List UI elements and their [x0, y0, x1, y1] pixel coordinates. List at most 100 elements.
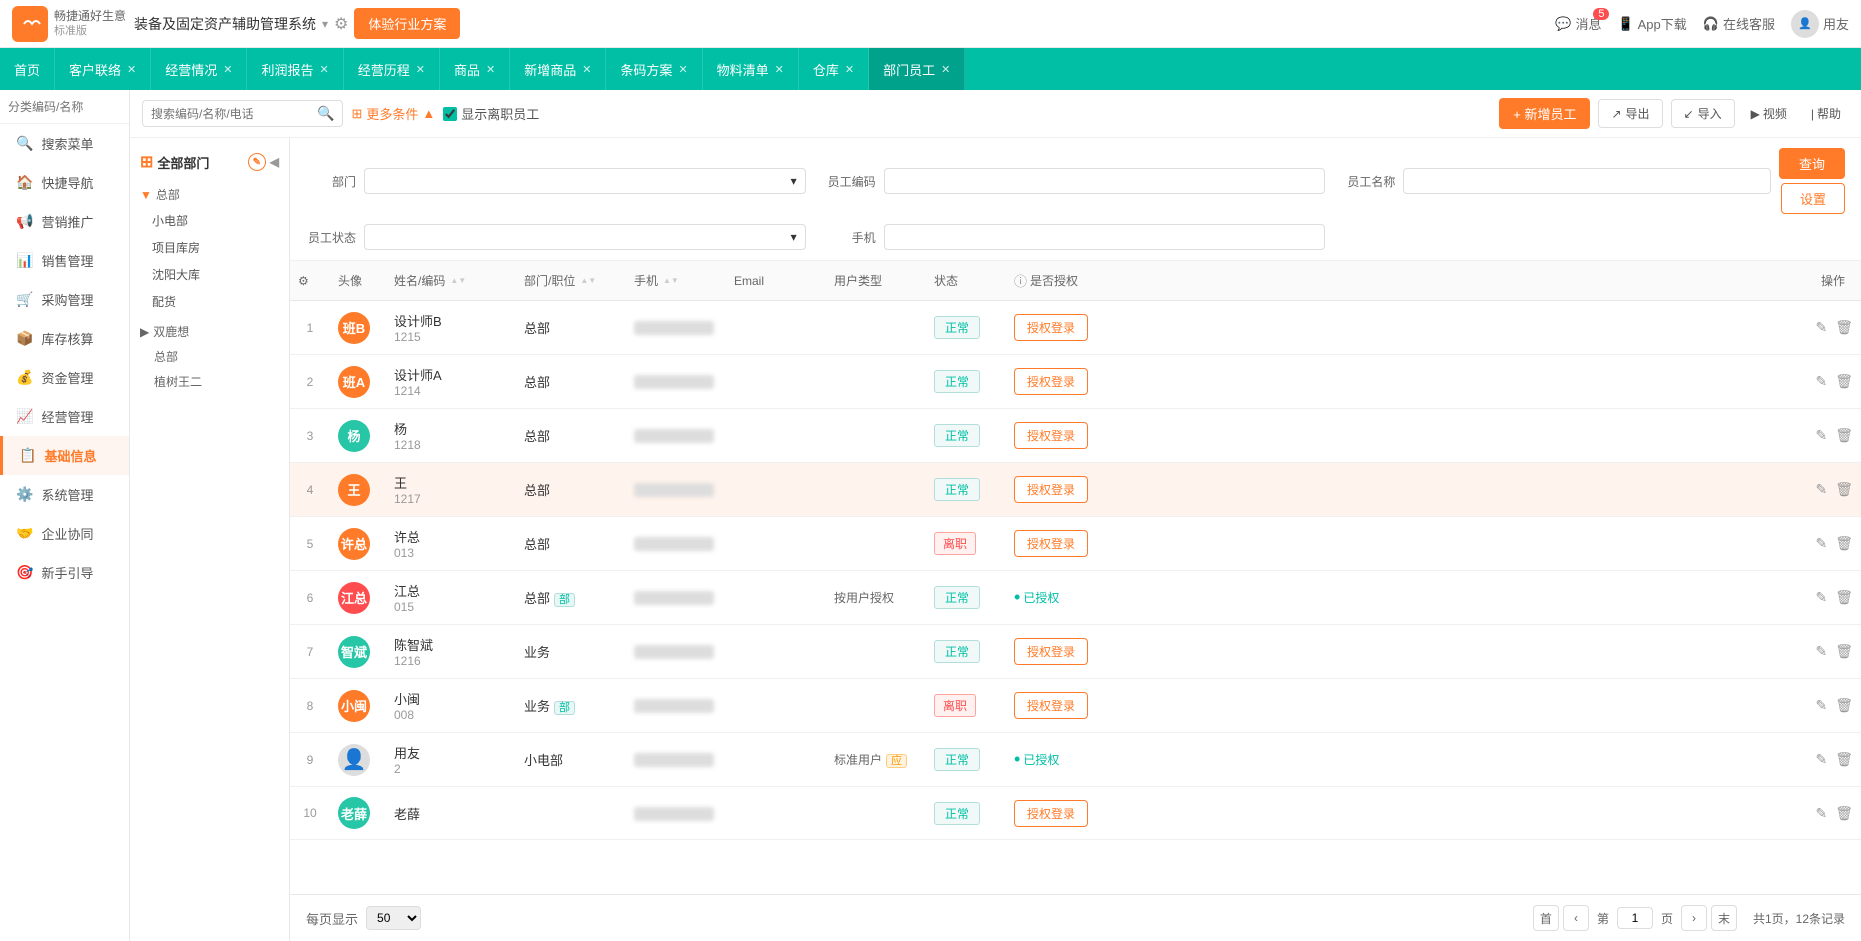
first-page-button[interactable]: 首 — [1533, 905, 1559, 931]
edit-icon[interactable]: ✎ — [1815, 643, 1827, 660]
show-dimission-checkbox[interactable] — [443, 107, 457, 121]
dept-item-xiaodibu[interactable]: 小电部 — [130, 207, 289, 234]
delete-icon[interactable]: 🗑 — [1835, 535, 1853, 552]
edit-icon[interactable]: ✎ — [1815, 751, 1827, 768]
tab-bom[interactable]: 物料清单✕ — [703, 48, 799, 90]
page-input[interactable] — [1617, 907, 1653, 929]
edit-icon[interactable]: ✎ — [1815, 535, 1827, 552]
tab-warehouse[interactable]: 仓库✕ — [799, 48, 869, 90]
app-download-button[interactable]: 📱 App下载 — [1617, 14, 1686, 33]
delete-icon[interactable]: 🗑 — [1835, 427, 1853, 444]
auth-button[interactable]: 授权登录 — [1014, 530, 1088, 557]
sidebar-item-quicknav[interactable]: 🏠快捷导航 — [0, 163, 129, 202]
delete-icon[interactable]: 🗑 — [1835, 697, 1853, 714]
auth-button[interactable]: 授权登录 — [1014, 314, 1088, 341]
edit-icon[interactable]: ✎ — [1815, 481, 1827, 498]
tab-home[interactable]: 首页 — [0, 48, 55, 90]
user-menu-button[interactable]: 👤 用友 — [1791, 10, 1849, 38]
employee-search-icon[interactable]: 🔍 — [317, 105, 334, 122]
sidebar-item-system[interactable]: ⚙️系统管理 — [0, 475, 129, 514]
dropdown-arrow-icon[interactable]: ▾ — [322, 17, 328, 31]
delete-icon[interactable]: 🗑 — [1835, 481, 1853, 498]
edit-icon[interactable]: ✎ — [1815, 697, 1827, 714]
export-button[interactable]: ↗导出 — [1598, 99, 1662, 128]
sidebar-item-purchase[interactable]: 🛒采购管理 — [0, 280, 129, 319]
sidebar-item-sales[interactable]: 📊销售管理 — [0, 241, 129, 280]
tab-history[interactable]: 经营历程✕ — [344, 48, 440, 90]
edit-icon[interactable]: ✎ — [1815, 427, 1827, 444]
help-button[interactable]: |帮助 — [1803, 100, 1849, 127]
tab-employees[interactable]: 部门员工✕ — [869, 48, 965, 90]
delete-icon[interactable]: 🗑 — [1835, 589, 1853, 606]
reset-button[interactable]: 设置 — [1781, 183, 1845, 214]
sidebar-item-inventory[interactable]: 📦库存核算 — [0, 319, 129, 358]
dept-collapse-icon[interactable]: ◀ — [270, 155, 279, 169]
last-page-button[interactable]: 末 — [1711, 905, 1737, 931]
delete-icon[interactable]: 🗑 — [1835, 751, 1853, 768]
online-service-button[interactable]: 🎧 在线客服 — [1703, 14, 1775, 33]
delete-icon[interactable]: 🗑 — [1835, 373, 1853, 390]
edit-icon[interactable]: ✎ — [1815, 373, 1827, 390]
tab-barcode[interactable]: 条码方案✕ — [606, 48, 702, 90]
sidebar-item-operation-mgmt[interactable]: 📈经营管理 — [0, 397, 129, 436]
sort-dept-icon[interactable]: ▲▼ — [580, 277, 596, 285]
tab-profit[interactable]: 利润报告✕ — [247, 48, 343, 90]
page-size-select[interactable]: 50 100 — [366, 906, 421, 930]
filter-empcode-input[interactable] — [884, 168, 1326, 194]
show-dimission-checkbox-area[interactable]: 显示离职员工 — [443, 104, 539, 123]
close-icon[interactable]: ✕ — [486, 63, 495, 76]
sidebar-item-marketing[interactable]: 📢营销推广 — [0, 202, 129, 241]
sidebar-item-finance[interactable]: 💰资金管理 — [0, 358, 129, 397]
tab-goods[interactable]: 商品✕ — [440, 48, 510, 90]
edit-icon[interactable]: ✎ — [1815, 589, 1827, 606]
sort-phone-icon[interactable]: ▲▼ — [663, 277, 679, 285]
import-button[interactable]: ↙导入 — [1671, 99, 1735, 128]
sort-name-icon[interactable]: ▲▼ — [450, 277, 466, 285]
settings-icon[interactable]: ⚙ — [298, 274, 309, 288]
filter-empname-input[interactable] — [1403, 168, 1771, 194]
add-employee-button[interactable]: + 新增员工 — [1499, 98, 1590, 129]
sidebar-search-input[interactable] — [8, 100, 130, 114]
prev-page-button[interactable]: ‹ — [1563, 905, 1589, 931]
tab-new-goods[interactable]: 新增商品✕ — [510, 48, 606, 90]
close-icon[interactable]: ✕ — [320, 63, 329, 76]
close-icon[interactable]: ✕ — [941, 63, 950, 76]
query-button[interactable]: 查询 — [1779, 148, 1845, 179]
gear-icon[interactable]: ⚙ — [334, 14, 348, 34]
dept-item-peihuo[interactable]: 配货 — [130, 288, 289, 315]
auth-button[interactable]: 授权登录 — [1014, 800, 1088, 827]
dept-item-project[interactable]: 项目库房 — [130, 234, 289, 261]
dept-edit-button[interactable]: ✎ — [248, 153, 266, 171]
employee-search-input[interactable] — [151, 107, 311, 121]
trial-button[interactable]: 体验行业方案 — [354, 8, 460, 39]
more-filter-button[interactable]: ⊞ 更多条件 ▲ — [351, 104, 435, 123]
delete-icon[interactable]: 🗑 — [1835, 319, 1853, 336]
auth-button[interactable]: 授权登录 — [1014, 476, 1088, 503]
tab-operation[interactable]: 经营情况✕ — [151, 48, 247, 90]
close-icon[interactable]: ✕ — [775, 63, 784, 76]
dept-group-shuangluxiang[interactable]: ▶ 双鹿想 — [130, 319, 289, 344]
close-icon[interactable]: ✕ — [582, 63, 591, 76]
edit-icon[interactable]: ✎ — [1815, 805, 1827, 822]
auth-button[interactable]: 授权登录 — [1014, 638, 1088, 665]
auth-button[interactable]: 授权登录 — [1014, 422, 1088, 449]
sidebar-item-collab[interactable]: 🤝企业协同 — [0, 514, 129, 553]
next-page-button[interactable]: › — [1681, 905, 1707, 931]
filter-dept-select[interactable]: ▾ — [364, 168, 806, 194]
video-button[interactable]: ▶视频 — [1743, 100, 1795, 127]
delete-icon[interactable]: 🗑 — [1835, 643, 1853, 660]
delete-icon[interactable]: 🗑 — [1835, 805, 1853, 822]
sidebar-item-guide[interactable]: 🎯新手引导 — [0, 553, 129, 592]
filter-empstatus-select[interactable]: ▾ — [364, 224, 806, 250]
sidebar-item-search[interactable]: 🔍搜索菜单 — [0, 124, 129, 163]
auth-button[interactable]: 授权登录 — [1014, 692, 1088, 719]
close-icon[interactable]: ✕ — [416, 63, 425, 76]
close-icon[interactable]: ✕ — [678, 63, 687, 76]
close-icon[interactable]: ✕ — [223, 63, 232, 76]
tab-customer[interactable]: 客户联络✕ — [55, 48, 151, 90]
sidebar-item-basic-info[interactable]: 📋基础信息 — [0, 436, 129, 475]
message-button[interactable]: 💬 消息 5 — [1555, 14, 1601, 33]
dept-item-shenyang[interactable]: 沈阳大库 — [130, 261, 289, 288]
auth-button[interactable]: 授权登录 — [1014, 368, 1088, 395]
edit-icon[interactable]: ✎ — [1815, 319, 1827, 336]
